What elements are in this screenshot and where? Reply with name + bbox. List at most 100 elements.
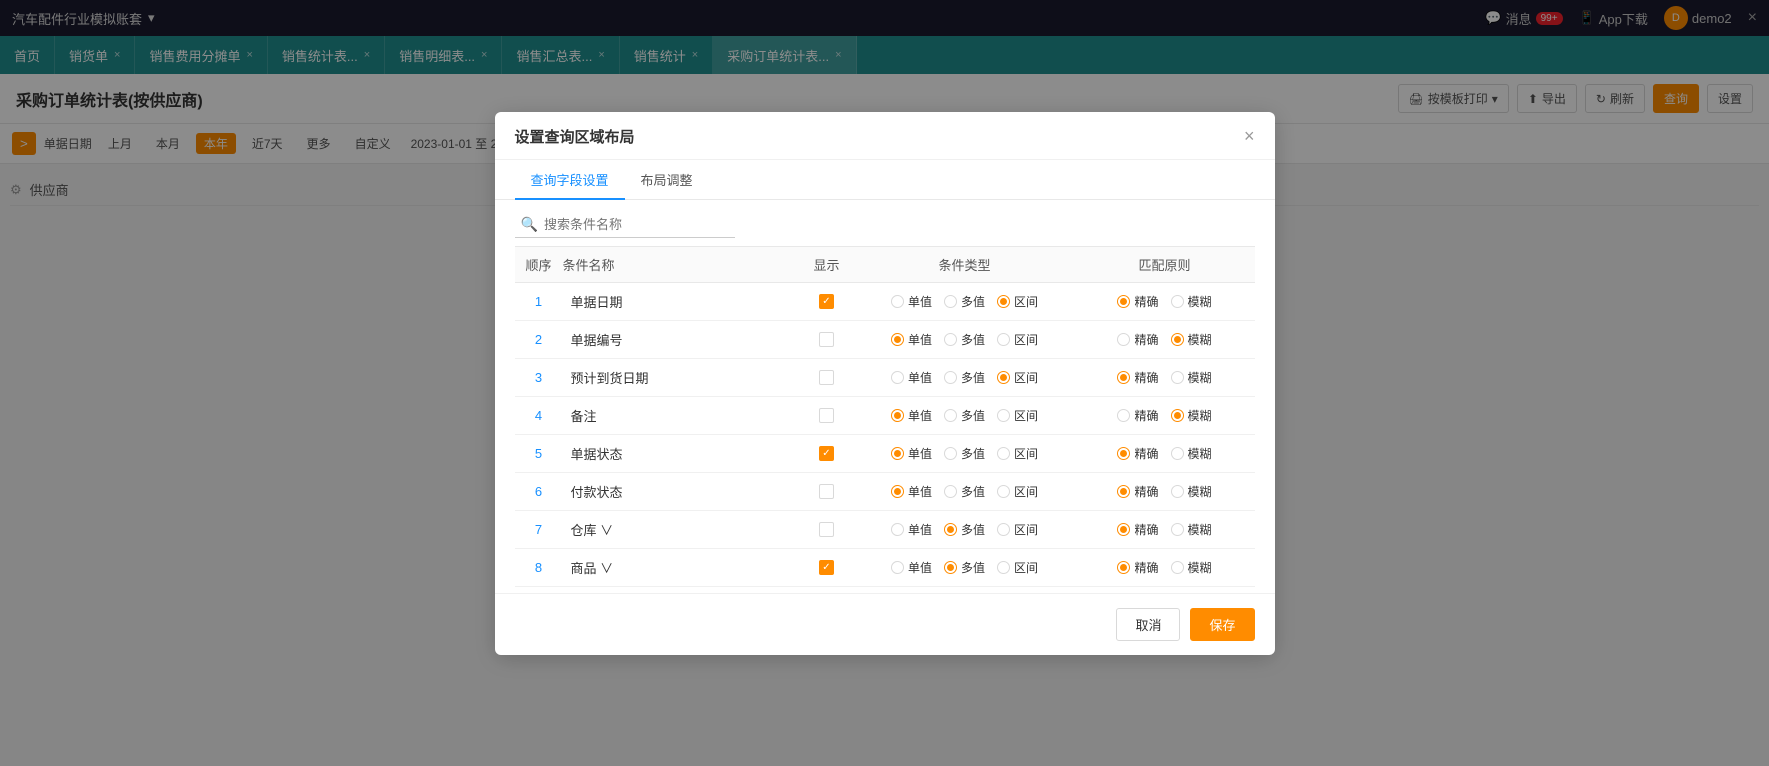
type-radio-multi[interactable] [944, 561, 957, 574]
th-type: 条件类型 [855, 247, 1075, 282]
cell-rule: 精确模糊 [1075, 287, 1255, 316]
cell-name: 单据编号 [563, 324, 799, 355]
cell-name: 商品 ∨ [563, 552, 799, 583]
cell-display[interactable] [799, 440, 855, 467]
rule-radio-fuzzy[interactable] [1171, 485, 1184, 498]
cell-display[interactable] [799, 516, 855, 543]
table-row: 5单据状态单值多值区间精确模糊 [515, 435, 1255, 473]
rule-radio-fuzzy[interactable] [1171, 295, 1184, 308]
display-checkbox[interactable] [819, 560, 834, 575]
cell-rule: 精确模糊 [1075, 515, 1255, 544]
display-checkbox[interactable] [819, 332, 834, 347]
rule-radio-exact[interactable] [1117, 333, 1130, 346]
cell-display[interactable] [799, 478, 855, 505]
type-radio-single[interactable] [891, 523, 904, 536]
cell-name: 付款状态 [563, 476, 799, 507]
type-radio-multi[interactable] [944, 295, 957, 308]
rule-radio-exact[interactable] [1117, 561, 1130, 574]
table-body: 1单据日期单值多值区间精确模糊2单据编号单值多值区间精确模糊3预计到货日期单值多… [515, 283, 1255, 593]
rule-radio-fuzzy[interactable] [1171, 371, 1184, 384]
type-radio-range[interactable] [997, 409, 1010, 422]
display-checkbox[interactable] [819, 370, 834, 385]
type-radio-range[interactable] [997, 295, 1010, 308]
type-radio-multi[interactable] [944, 485, 957, 498]
save-button[interactable]: 保存 [1190, 608, 1254, 641]
rule-radio-exact[interactable] [1117, 295, 1130, 308]
cell-rule: 精确模糊 [1075, 401, 1255, 430]
search-input[interactable] [544, 217, 724, 232]
dialog-close-button[interactable]: × [1244, 127, 1255, 145]
search-icon: 🔍 [521, 216, 538, 233]
display-checkbox[interactable] [819, 446, 834, 461]
type-radio-single[interactable] [891, 485, 904, 498]
rule-radio-fuzzy[interactable] [1171, 409, 1184, 422]
type-radio-multi[interactable] [944, 409, 957, 422]
cell-type: 单值多值区间 [855, 363, 1075, 392]
display-checkbox[interactable] [819, 522, 834, 537]
type-radio-range[interactable] [997, 523, 1010, 536]
cell-order: 7 [515, 516, 563, 543]
cell-name: 预计到货日期 [563, 362, 799, 393]
display-checkbox[interactable] [819, 294, 834, 309]
dialog-search-area: 🔍 [495, 200, 1275, 246]
type-radio-single[interactable] [891, 371, 904, 384]
type-radio-range[interactable] [997, 485, 1010, 498]
table-header: 顺序 条件名称 显示 条件类型 匹配原则 [515, 246, 1255, 283]
cell-display[interactable] [799, 554, 855, 581]
search-box: 🔍 [515, 212, 735, 238]
rule-radio-fuzzy[interactable] [1171, 333, 1184, 346]
type-radio-multi[interactable] [944, 333, 957, 346]
type-radio-range[interactable] [997, 561, 1010, 574]
th-display: 显示 [799, 247, 855, 282]
rule-radio-exact[interactable] [1117, 447, 1130, 460]
type-radio-range[interactable] [997, 371, 1010, 384]
cell-display[interactable] [799, 364, 855, 391]
cell-display[interactable] [799, 288, 855, 315]
cell-rule: 精确模糊 [1075, 363, 1255, 392]
cell-order: 3 [515, 364, 563, 391]
cell-rule: 精确模糊 [1075, 553, 1255, 582]
dialog-tabs: 查询字段设置 布局调整 [495, 160, 1275, 200]
table-row: 8商品 ∨单值多值区间精确模糊 [515, 549, 1255, 587]
rule-radio-exact[interactable] [1117, 371, 1130, 384]
rule-radio-fuzzy[interactable] [1171, 561, 1184, 574]
type-radio-single[interactable] [891, 295, 904, 308]
table-row: 3预计到货日期 单值多值区间精确模糊 [515, 359, 1255, 397]
type-radio-range[interactable] [997, 333, 1010, 346]
cell-order: 4 [515, 402, 563, 429]
th-rule: 匹配原则 [1075, 247, 1255, 282]
cell-order: 1 [515, 288, 563, 315]
cell-order: 8 [515, 554, 563, 581]
cell-display[interactable] [799, 402, 855, 429]
type-radio-single[interactable] [891, 561, 904, 574]
rule-radio-exact[interactable] [1117, 485, 1130, 498]
type-radio-single[interactable] [891, 333, 904, 346]
rule-radio-fuzzy[interactable] [1171, 447, 1184, 460]
cell-order: 5 [515, 440, 563, 467]
cell-rule: 精确模糊 [1075, 325, 1255, 354]
type-radio-multi[interactable] [944, 371, 957, 384]
rule-radio-fuzzy[interactable] [1171, 523, 1184, 536]
cell-type: 单值多值区间 [855, 325, 1075, 354]
rule-radio-exact[interactable] [1117, 409, 1130, 422]
type-radio-range[interactable] [997, 447, 1010, 460]
cell-name: 单据日期 [563, 286, 799, 317]
tab-layout-adjust[interactable]: 布局调整 [625, 160, 709, 200]
type-radio-single[interactable] [891, 447, 904, 460]
table-row: 4备注单值多值区间精确模糊 [515, 397, 1255, 435]
display-checkbox[interactable] [819, 408, 834, 423]
tab-query-fields[interactable]: 查询字段设置 [515, 160, 625, 200]
dialog-footer: 取消 保存 [495, 593, 1275, 655]
cell-type: 单值多值区间 [855, 477, 1075, 506]
rule-radio-exact[interactable] [1117, 523, 1130, 536]
dialog-table: 顺序 条件名称 显示 条件类型 匹配原则 1单据日期单值多值区间精确模糊2单据编… [495, 246, 1275, 593]
display-checkbox[interactable] [819, 484, 834, 499]
type-radio-multi[interactable] [944, 523, 957, 536]
settings-dialog: 设置查询区域布局 × 查询字段设置 布局调整 🔍 顺序 条件名称 显示 [495, 112, 1275, 655]
type-radio-single[interactable] [891, 409, 904, 422]
cell-display[interactable] [799, 326, 855, 353]
cell-type: 单值多值区间 [855, 439, 1075, 468]
type-radio-multi[interactable] [944, 447, 957, 460]
cancel-button[interactable]: 取消 [1116, 608, 1180, 641]
cell-name: 备注 [563, 400, 799, 431]
